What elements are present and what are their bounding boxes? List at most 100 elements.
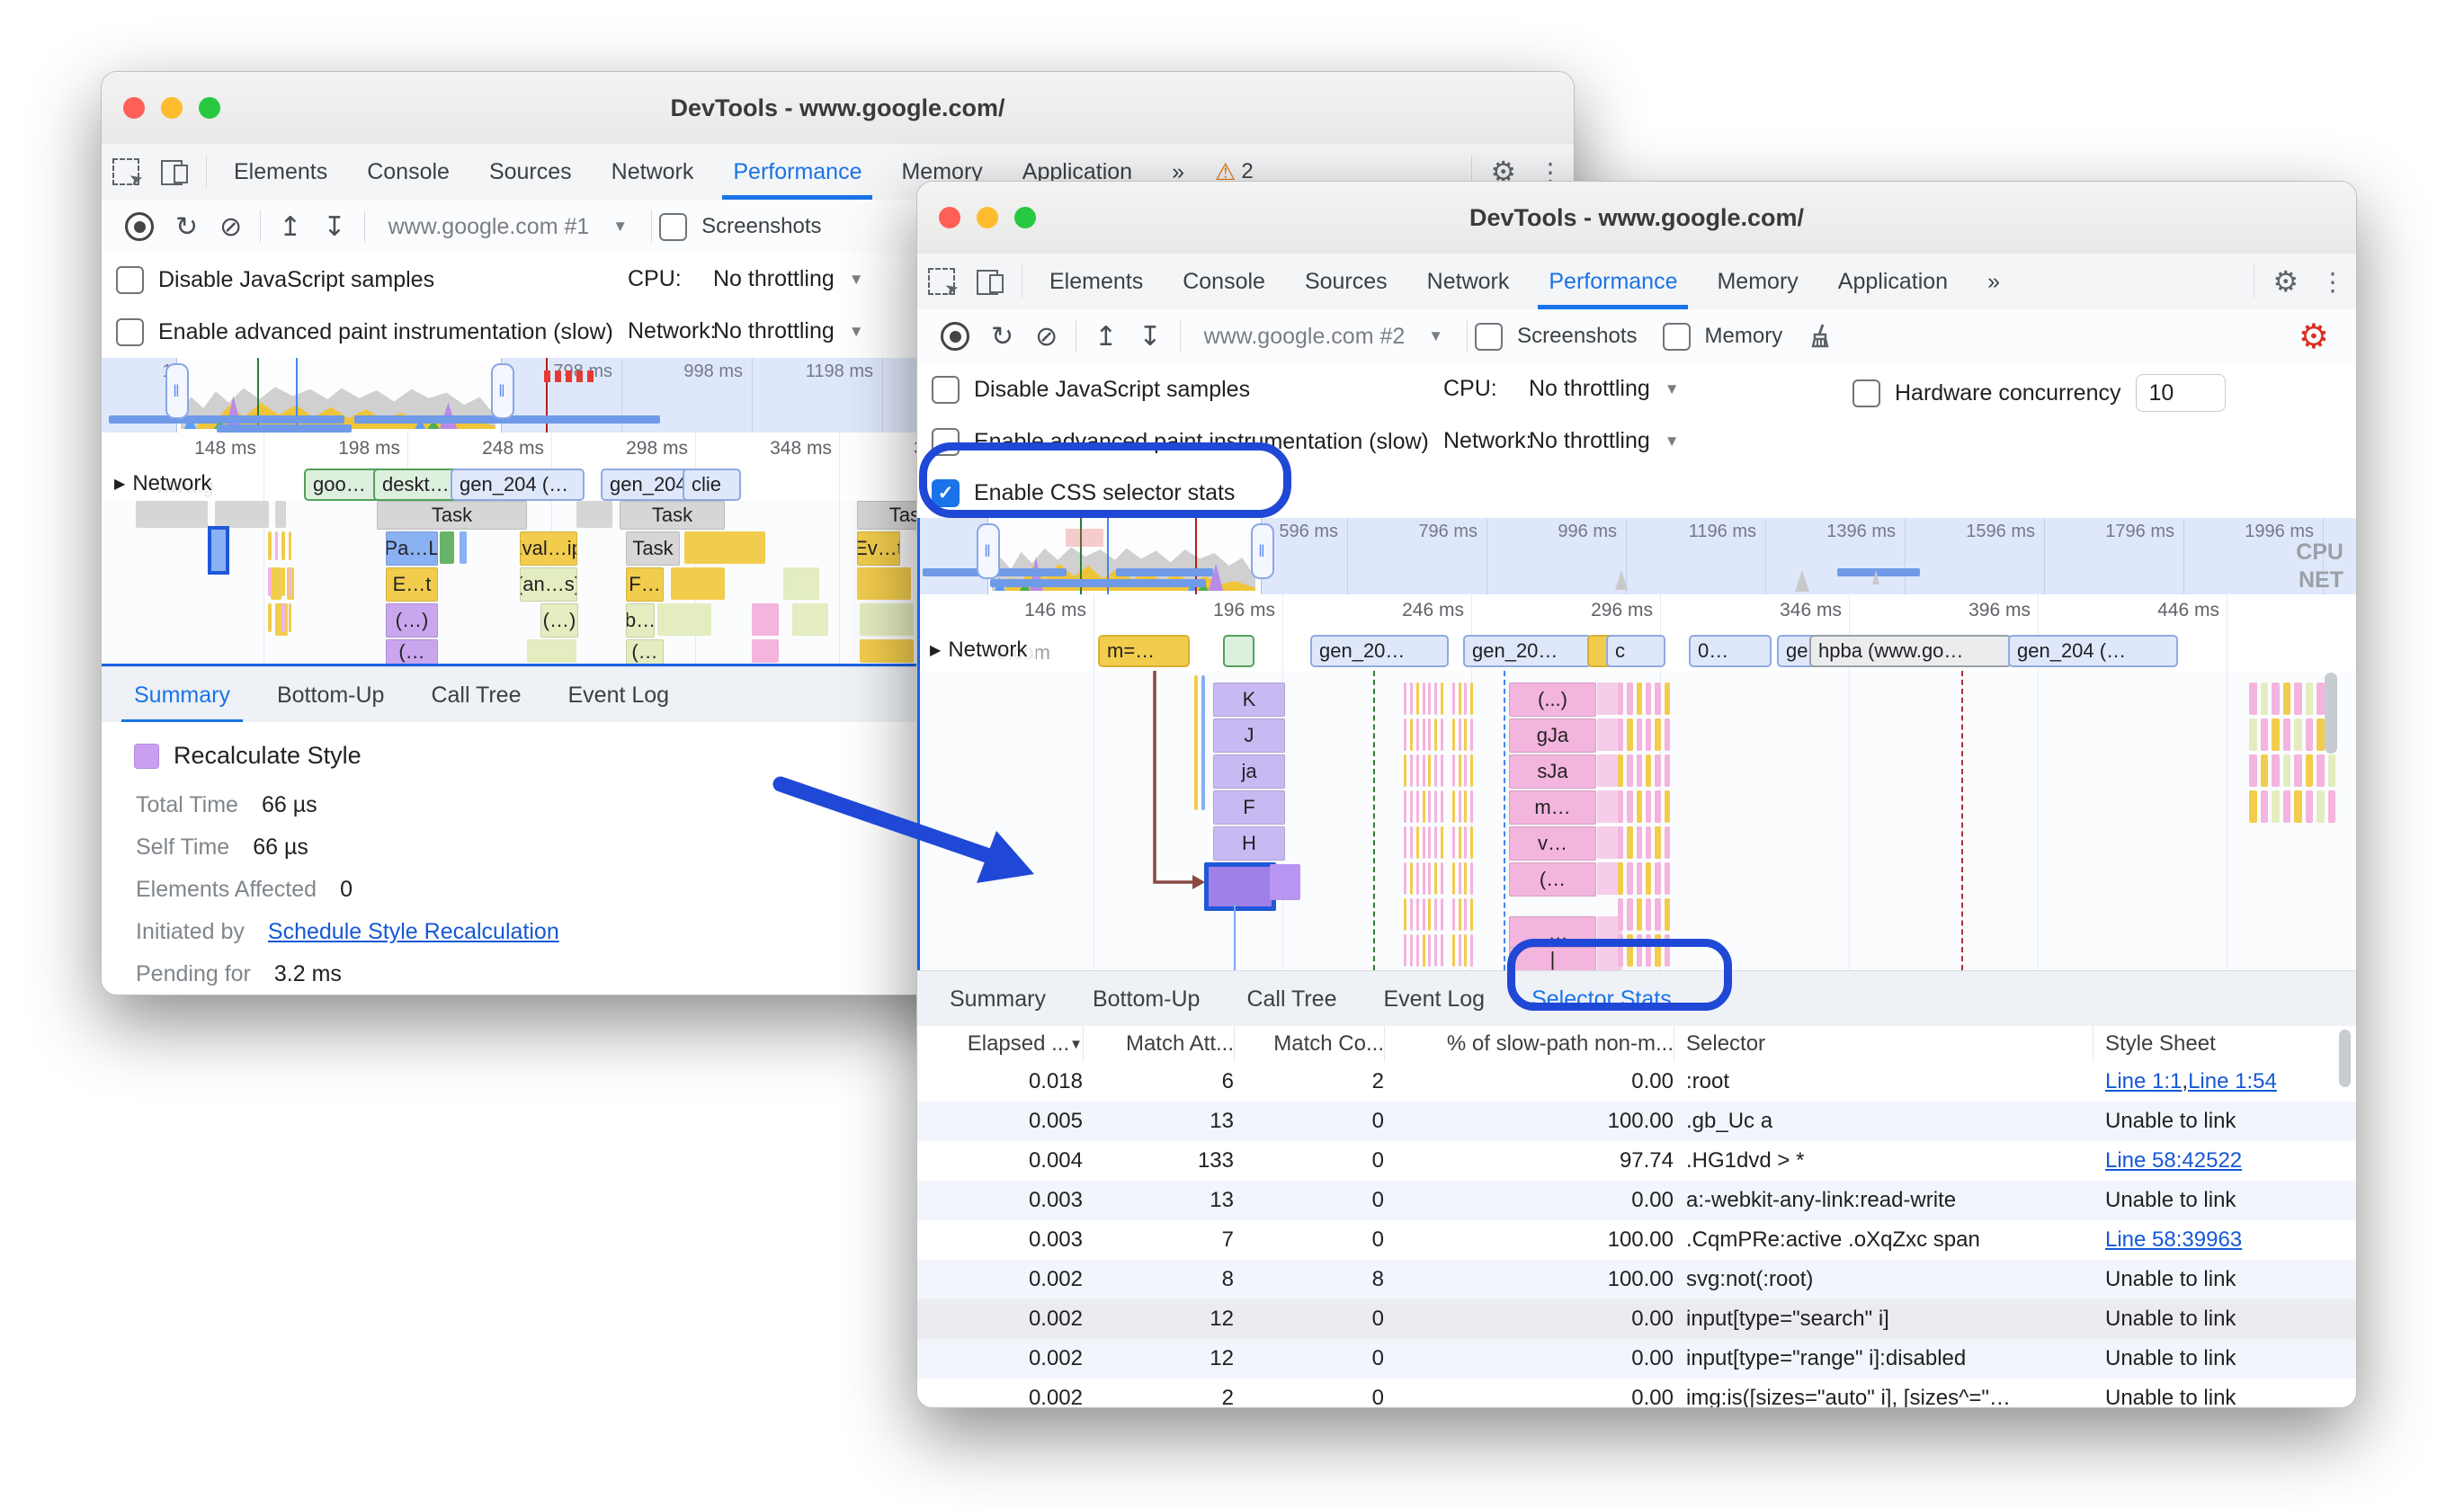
- flame-micro-segment[interactable]: [268, 603, 272, 632]
- flame-micro-segment[interactable]: [1194, 675, 1198, 810]
- flame-micro-segment[interactable]: [1655, 862, 1661, 895]
- upload-profile-icon[interactable]: ↥: [1084, 321, 1128, 352]
- flame-micro-segment[interactable]: [1664, 826, 1670, 859]
- flame-segment[interactable]: [275, 501, 286, 528]
- flame-css-frame[interactable]: m…: [1509, 790, 1596, 825]
- flame-js-frame[interactable]: F: [1213, 790, 1285, 825]
- flame-micro-segment[interactable]: [274, 603, 278, 632]
- flame-micro-segment[interactable]: [1636, 718, 1642, 751]
- flame-micro-segment[interactable]: [2294, 718, 2302, 751]
- flame-micro-segment[interactable]: [1415, 718, 1419, 751]
- flame-micro-segment[interactable]: [2249, 718, 2257, 751]
- flame-micro-segment[interactable]: [1452, 754, 1455, 787]
- flame-chart[interactable]: K Jja F H (...) gJa sJa m… v… (… _… |: [917, 671, 2356, 970]
- flame-micro-segment[interactable]: [1428, 790, 1432, 823]
- flame-micro-segment[interactable]: [1434, 862, 1438, 895]
- flame-micro-segment[interactable]: [1452, 683, 1455, 715]
- flame-micro-segment[interactable]: [288, 531, 291, 560]
- flame-segment[interactable]: b…: [626, 603, 655, 638]
- flame-css-frame[interactable]: gJa: [1509, 718, 1596, 753]
- flame-micro-segment[interactable]: [1618, 898, 1624, 931]
- css-selector-stats-checkbox-row[interactable]: ✓ Enable CSS selector stats: [932, 478, 1235, 507]
- flame-segment[interactable]: [783, 567, 819, 600]
- flame-micro-segment[interactable]: [1469, 683, 1473, 715]
- flame-micro-segment[interactable]: [1458, 862, 1461, 895]
- flame-micro-segment[interactable]: [268, 567, 272, 596]
- table-row[interactable]: 0.003 7 0 100.00 .CqmPRe:active .oXqZxc span…: [917, 1220, 2356, 1261]
- flame-segment[interactable]: [860, 639, 914, 663]
- flame-micro-segment[interactable]: [2272, 790, 2280, 823]
- table-row[interactable]: 0.002 12 0 0.00 input[type="search" i] Unable…: [917, 1299, 2356, 1340]
- flame-segment[interactable]: Eval…ipt: [520, 531, 577, 566]
- screenshots-checkbox[interactable]: [659, 212, 688, 241]
- table-row[interactable]: 0.002 2 0 0.00 img:is([sizes="auto" i], [siz…: [917, 1379, 2356, 1407]
- flame-micro-segment[interactable]: [281, 531, 285, 560]
- screenshots-checkbox[interactable]: [1475, 322, 1504, 351]
- flame-segment[interactable]: Task: [626, 531, 680, 566]
- tab-performance[interactable]: Performance: [713, 144, 881, 200]
- screenshots-checkbox-row[interactable]: Screenshots: [659, 212, 822, 241]
- flame-micro-segment[interactable]: [1664, 718, 1670, 751]
- flame-segment[interactable]: [857, 567, 911, 600]
- flame-micro-segment[interactable]: [2282, 718, 2290, 751]
- flame-segment[interactable]: F…: [626, 567, 664, 602]
- details-tab-call-tree[interactable]: Call Tree: [1223, 971, 1360, 1027]
- setting-checkbox-row[interactable]: Disable JavaScript samples: [932, 375, 1250, 404]
- table-header-of-slow-path-non-m[interactable]: % of slow-path non-m...: [1384, 1026, 1688, 1063]
- network-request[interactable]: gen_204: [601, 468, 694, 501]
- flame-micro-segment[interactable]: [1627, 898, 1633, 931]
- flame-micro-segment[interactable]: [288, 603, 291, 632]
- settings-gear-icon[interactable]: ⚙: [2262, 264, 2309, 299]
- flame-micro-segment[interactable]: [1627, 718, 1633, 751]
- flame-micro-segment[interactable]: [1655, 683, 1661, 715]
- style-sheet-link[interactable]: Line 58:39963: [2105, 1227, 2242, 1253]
- flame-micro-segment[interactable]: [1464, 934, 1467, 967]
- flame-js-frame[interactable]: J: [1213, 718, 1285, 753]
- flame-micro-segment[interactable]: [1469, 754, 1473, 787]
- flame-micro-segment[interactable]: [1434, 898, 1438, 931]
- flame-js-frame[interactable]: K: [1213, 683, 1285, 717]
- flame-micro-segment[interactable]: [1452, 718, 1455, 751]
- flame-micro-segment[interactable]: [1646, 683, 1652, 715]
- enable-advanced-paint-instrumentation-slow-checkbox[interactable]: [932, 427, 960, 456]
- flame-js-frame[interactable]: H: [1213, 826, 1285, 861]
- flame-micro-segment[interactable]: [274, 567, 278, 596]
- flame-micro-segment[interactable]: [1434, 826, 1438, 859]
- throttle-select[interactable]: No throttling ▼: [713, 318, 864, 344]
- network-track[interactable]: e.comm=…gen_20…gen_20…c0…gehpba (www.go……: [917, 630, 2356, 672]
- flame-micro-segment[interactable]: [1646, 862, 1652, 895]
- css-selector-stats-checkbox[interactable]: ✓: [932, 478, 960, 507]
- flame-micro-segment[interactable]: [2282, 790, 2290, 823]
- network-request[interactable]: gen_204 (…: [451, 468, 585, 501]
- flame-micro-segment[interactable]: [2305, 718, 2313, 751]
- flame-micro-segment[interactable]: [1441, 683, 1444, 715]
- table-row[interactable]: 0.003 13 0 0.00 a:-webkit-any-link:read-writ…: [917, 1181, 2356, 1221]
- capture-settings-gear-icon[interactable]: ⚙: [2288, 317, 2340, 357]
- flame-micro-segment[interactable]: [1452, 790, 1455, 823]
- flame-micro-segment[interactable]: [2272, 683, 2280, 715]
- clear-recording-icon[interactable]: ⊘: [1024, 321, 1068, 352]
- upload-profile-icon[interactable]: ↥: [268, 211, 312, 243]
- flame-micro-segment[interactable]: [1415, 934, 1419, 967]
- flame-micro-segment[interactable]: [281, 567, 285, 596]
- flame-micro-segment[interactable]: [1618, 754, 1624, 787]
- flame-micro-segment[interactable]: [2260, 683, 2268, 715]
- network-request[interactable]: 0…: [1689, 635, 1772, 667]
- flame-micro-segment[interactable]: [1404, 898, 1406, 931]
- flame-micro-segment[interactable]: [1441, 898, 1444, 931]
- hardware-concurrency-input[interactable]: 10: [2135, 374, 2226, 412]
- download-profile-icon[interactable]: ↧: [1128, 321, 1172, 352]
- flame-micro-segment[interactable]: [1464, 826, 1467, 859]
- inspect-icon[interactable]: ➤: [917, 268, 966, 299]
- flame-segment[interactable]: [527, 639, 576, 663]
- flame-micro-segment[interactable]: [1646, 898, 1652, 931]
- record-button[interactable]: [125, 212, 154, 241]
- flame-micro-segment[interactable]: [1434, 934, 1438, 967]
- flame-micro-segment[interactable]: [1428, 718, 1432, 751]
- flame-micro-segment[interactable]: [1655, 754, 1661, 787]
- inspect-icon[interactable]: ➤: [102, 158, 150, 190]
- tab-console[interactable]: Console: [1163, 254, 1285, 309]
- flame-micro-segment[interactable]: [1428, 754, 1432, 787]
- flame-micro-segment[interactable]: [1655, 898, 1661, 931]
- tab-memory[interactable]: Memory: [1697, 254, 1817, 309]
